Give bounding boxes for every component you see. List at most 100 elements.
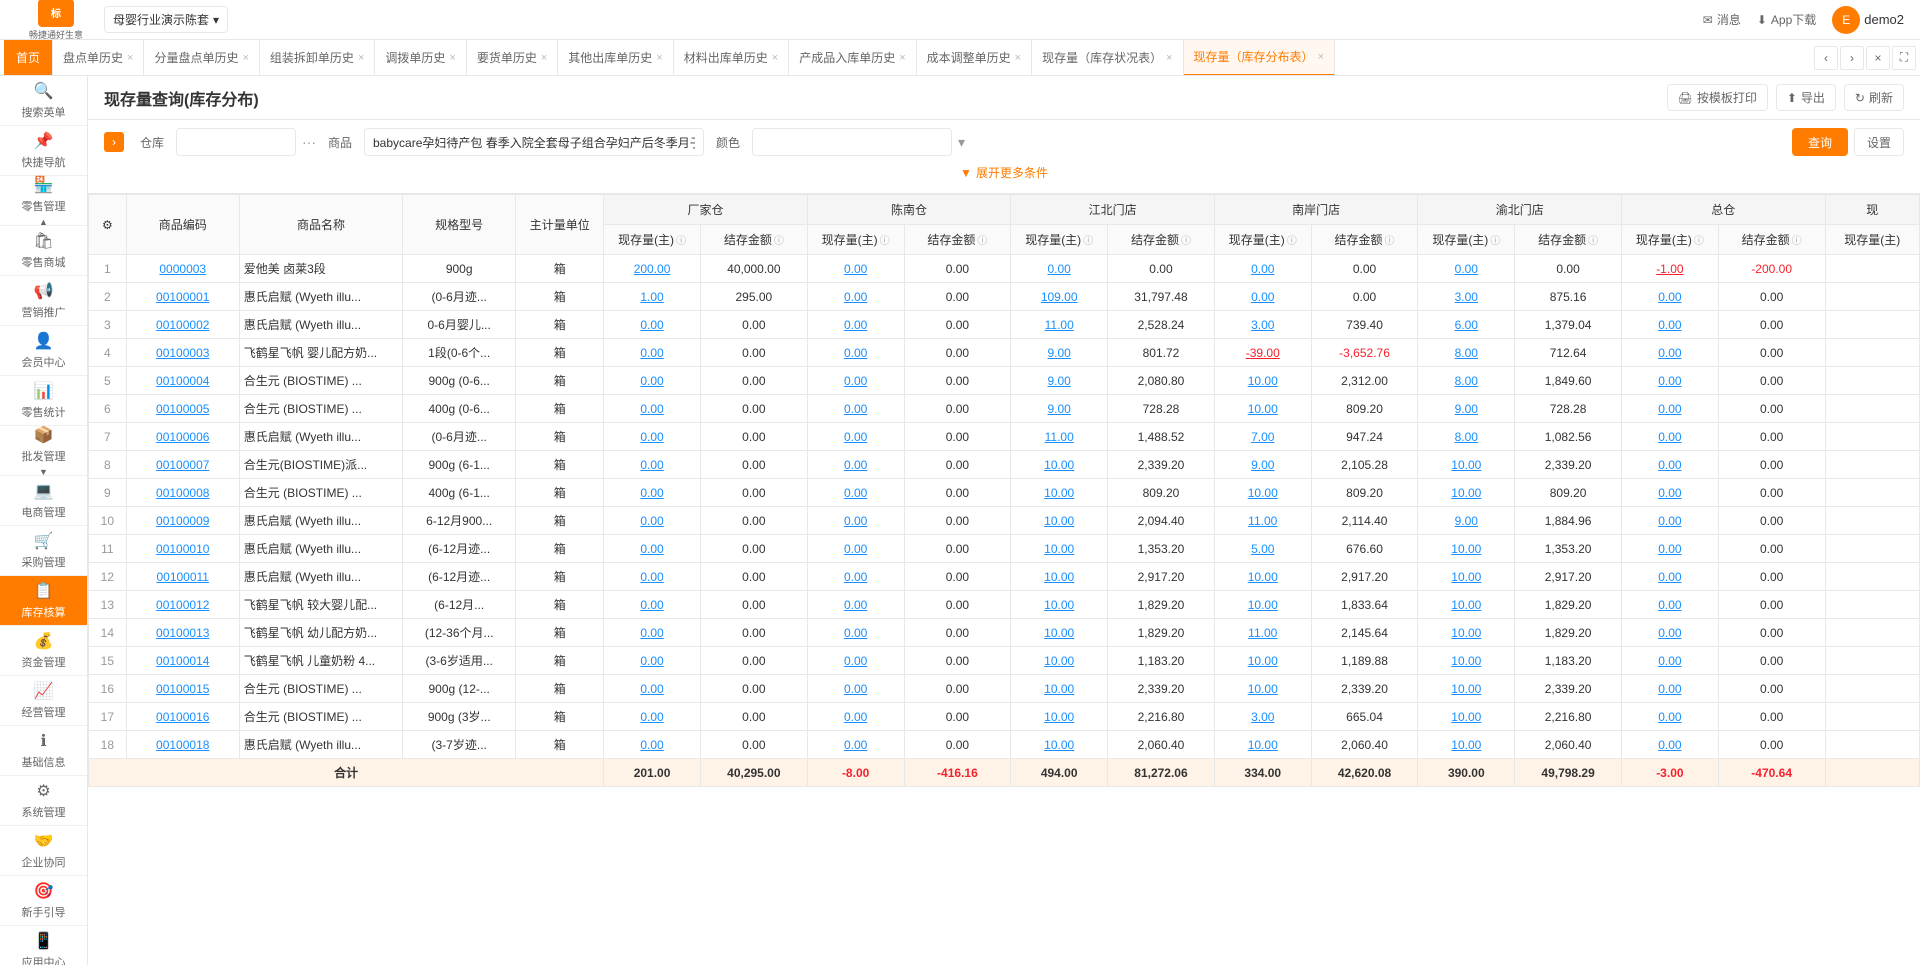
export-button[interactable]: ⬆ 导出 (1776, 84, 1836, 111)
row-total-cur[interactable]: 0.00 (1622, 647, 1719, 675)
row-jiangbei-cur[interactable]: 11.00 (1011, 423, 1108, 451)
row-factory-cur[interactable]: 0.00 (604, 395, 701, 423)
row-yubei-cur[interactable]: 10.00 (1418, 479, 1515, 507)
row-code[interactable]: 00100006 (126, 423, 239, 451)
row-total-cur[interactable]: 0.00 (1622, 423, 1719, 451)
color-input[interactable] (752, 128, 952, 156)
row-factory-cur[interactable]: 0.00 (604, 535, 701, 563)
row-total-cur[interactable]: 0.00 (1622, 311, 1719, 339)
nanan-amt-info-icon[interactable]: ⓘ (1385, 236, 1395, 247)
row-total-cur[interactable]: 0.00 (1622, 395, 1719, 423)
row-nanan-cur[interactable]: 10.00 (1214, 479, 1311, 507)
total-cur-info-icon[interactable]: ⓘ (1694, 236, 1704, 247)
row-chennan-cur[interactable]: 0.00 (807, 339, 904, 367)
row-total-cur[interactable]: 0.00 (1622, 535, 1719, 563)
row-code[interactable]: 00100016 (126, 703, 239, 731)
sidebar-item-search[interactable]: 🔍 搜索英单 (0, 76, 87, 126)
tab-7-close[interactable]: × (772, 52, 778, 64)
row-chennan-cur[interactable]: 0.00 (807, 311, 904, 339)
row-jiangbei-cur[interactable]: 10.00 (1011, 675, 1108, 703)
row-chennan-cur[interactable]: 0.00 (807, 647, 904, 675)
tab-close-all-btn[interactable]: × (1866, 46, 1890, 70)
sidebar-item-retail-mgmt[interactable]: 🏪 零售管理 ▲ (0, 176, 87, 226)
row-yubei-cur[interactable]: 10.00 (1418, 619, 1515, 647)
expand-search-btn[interactable]: › (104, 132, 124, 152)
tab-11[interactable]: 现存量（库存分布表） × (1184, 40, 1335, 76)
row-chennan-cur[interactable]: 0.00 (807, 255, 904, 283)
row-jiangbei-cur[interactable]: 10.00 (1011, 563, 1108, 591)
row-code[interactable]: 00100011 (126, 563, 239, 591)
search-button[interactable]: 查询 (1792, 128, 1848, 156)
tab-8[interactable]: 产成品入库单历史 × (789, 40, 916, 76)
company-selector[interactable]: 母婴行业演示陈套 ▾ (104, 6, 228, 33)
row-jiangbei-cur[interactable]: 10.00 (1011, 535, 1108, 563)
row-factory-cur[interactable]: 0.00 (604, 619, 701, 647)
row-factory-cur[interactable]: 200.00 (604, 255, 701, 283)
jiangbei-cur-info-icon[interactable]: ⓘ (1083, 236, 1093, 247)
row-total-cur[interactable]: 0.00 (1622, 619, 1719, 647)
row-nanan-cur[interactable]: 10.00 (1214, 647, 1311, 675)
row-yubei-cur[interactable]: 8.00 (1418, 367, 1515, 395)
tab-6[interactable]: 其他出库单历史 × (558, 40, 673, 76)
row-factory-cur[interactable]: 0.00 (604, 479, 701, 507)
tab-1[interactable]: 盘点单历史 × (53, 40, 144, 76)
tab-5-close[interactable]: × (541, 52, 547, 64)
sidebar-item-operations[interactable]: 📈 经营管理 (0, 676, 87, 726)
sidebar-item-finance[interactable]: 💰 资金管理 (0, 626, 87, 676)
row-yubei-cur[interactable]: 10.00 (1418, 703, 1515, 731)
tab-8-close[interactable]: × (899, 52, 905, 64)
download-action[interactable]: ⬇ App下载 (1757, 11, 1816, 28)
row-jiangbei-cur[interactable]: 10.00 (1011, 479, 1108, 507)
row-nanan-cur[interactable]: 10.00 (1214, 675, 1311, 703)
row-yubei-cur[interactable]: 10.00 (1418, 675, 1515, 703)
row-code[interactable]: 00100010 (126, 535, 239, 563)
row-chennan-cur[interactable]: 0.00 (807, 535, 904, 563)
row-factory-cur[interactable]: 0.00 (604, 703, 701, 731)
row-factory-cur[interactable]: 0.00 (604, 675, 701, 703)
row-code[interactable]: 00100013 (126, 619, 239, 647)
row-total-cur[interactable]: 0.00 (1622, 591, 1719, 619)
chennan-amt-info-icon[interactable]: ⓘ (977, 236, 987, 247)
row-total-cur[interactable]: 0.00 (1622, 703, 1719, 731)
row-jiangbei-cur[interactable]: 0.00 (1011, 255, 1108, 283)
tab-5[interactable]: 要货单历史 × (467, 40, 558, 76)
row-code[interactable]: 00100002 (126, 311, 239, 339)
row-nanan-cur[interactable]: 3.00 (1214, 311, 1311, 339)
row-code[interactable]: 00100012 (126, 591, 239, 619)
row-factory-cur[interactable]: 0.00 (604, 339, 701, 367)
row-nanan-cur[interactable]: 10.00 (1214, 563, 1311, 591)
message-action[interactable]: ✉ 消息 (1703, 11, 1741, 28)
row-nanan-cur[interactable]: 0.00 (1214, 255, 1311, 283)
row-yubei-cur[interactable]: 8.00 (1418, 339, 1515, 367)
row-chennan-cur[interactable]: 0.00 (807, 479, 904, 507)
row-total-cur[interactable]: 0.00 (1622, 339, 1719, 367)
row-chennan-cur[interactable]: 0.00 (807, 507, 904, 535)
total-amt-info-icon[interactable]: ⓘ (1792, 236, 1802, 247)
tab-1-close[interactable]: × (127, 52, 133, 64)
row-total-cur[interactable]: 0.00 (1622, 675, 1719, 703)
row-code[interactable]: 00100009 (126, 507, 239, 535)
sidebar-item-guide[interactable]: 🎯 新手引导 (0, 876, 87, 926)
sidebar-item-purchase[interactable]: 🛒 采购管理 (0, 526, 87, 576)
row-factory-cur[interactable]: 0.00 (604, 367, 701, 395)
tab-4-close[interactable]: × (449, 52, 455, 64)
row-factory-cur[interactable]: 0.00 (604, 311, 701, 339)
row-total-cur[interactable]: 0.00 (1622, 507, 1719, 535)
sidebar-item-apps[interactable]: 📱 应用中心 (0, 926, 87, 965)
row-chennan-cur[interactable]: 0.00 (807, 395, 904, 423)
row-nanan-cur[interactable]: 11.00 (1214, 619, 1311, 647)
row-jiangbei-cur[interactable]: 10.00 (1011, 703, 1108, 731)
row-chennan-cur[interactable]: 0.00 (807, 423, 904, 451)
row-factory-cur[interactable]: 0.00 (604, 563, 701, 591)
row-factory-cur[interactable]: 0.00 (604, 591, 701, 619)
row-code[interactable]: 00100003 (126, 339, 239, 367)
row-factory-cur[interactable]: 0.00 (604, 647, 701, 675)
row-total-cur[interactable]: -1.00 (1622, 255, 1719, 283)
product-input[interactable] (364, 128, 704, 156)
chennan-cur-info-icon[interactable]: ⓘ (880, 236, 890, 247)
row-jiangbei-cur[interactable]: 10.00 (1011, 451, 1108, 479)
factory-cur-info-icon[interactable]: ⓘ (676, 236, 686, 247)
sidebar-item-inventory[interactable]: 📋 库存核算 (0, 576, 87, 626)
tab-home[interactable]: 首页 (4, 40, 53, 76)
row-factory-cur[interactable]: 0.00 (604, 731, 701, 759)
